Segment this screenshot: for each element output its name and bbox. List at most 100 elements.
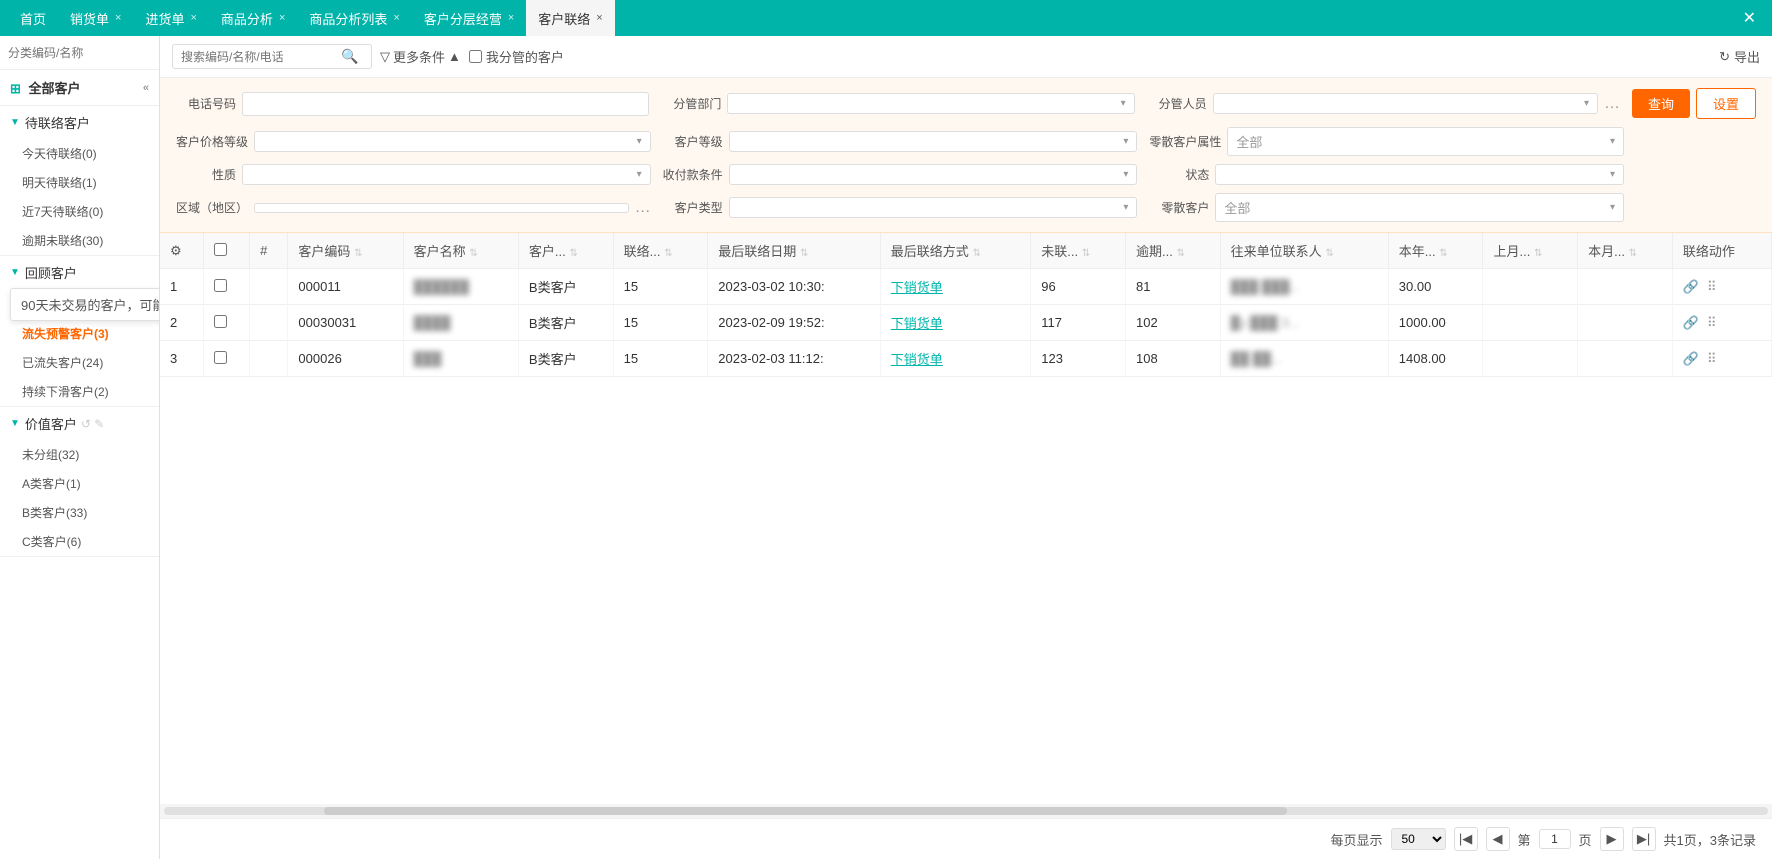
filter-phone-input[interactable] [242,92,649,116]
cell-method-2[interactable]: 下销货单 [880,305,1031,341]
sidebar-group-pending-title[interactable]: ▼ 待联络客户 [0,106,159,139]
action-icon-menu-1[interactable]: ⠿ [1707,279,1717,295]
sidebar-search-input[interactable] [8,46,160,60]
page-number-input[interactable] [1539,829,1571,849]
action-icon-menu-2[interactable]: ⠿ [1707,315,1717,331]
filter-customer-type-select[interactable]: ▾ [729,197,1138,218]
footer: 每页显示 50 100 |◀ ◀ 第 页 ▶ ▶| 共1页，3条记录 [160,818,1772,859]
filter-retail-attr-select[interactable]: 全部 ▾ [1227,127,1624,156]
nav-tab-analysis[interactable]: 商品分析 × [209,0,297,36]
next-page-btn[interactable]: ▶ [1600,827,1624,851]
col-unit-contact[interactable]: 往来单位联系人 ⇅ [1220,233,1388,269]
toolbar-search-input[interactable] [181,50,341,64]
col-uncontacted[interactable]: 未联... ⇅ [1031,233,1126,269]
close-tab-analysis-list[interactable]: × [393,12,399,24]
nav-tab-analysis-list[interactable]: 商品分析列表 × [297,0,411,36]
col-this-month[interactable]: 本月... ⇅ [1578,233,1673,269]
sidebar-item-today-pending[interactable]: 今天待联络(0) [0,139,159,168]
cell-this-month-3 [1578,341,1673,377]
select-all-checkbox[interactable] [214,243,227,256]
cell-method-1[interactable]: 下销货单 [880,269,1031,305]
close-tab-customer-segment[interactable]: × [508,12,514,24]
filter-person-select[interactable]: ▾ [1213,93,1598,114]
scrollbar-thumb[interactable] [324,807,1286,815]
my-customers-filter[interactable]: 我分管的客户 [469,47,564,66]
sidebar-item-declining[interactable]: 持续下滑客户(2) [0,377,159,406]
col-last-contact-method[interactable]: 最后联络方式 ⇅ [880,233,1031,269]
first-page-btn[interactable]: |◀ [1454,827,1478,851]
per-page-select[interactable]: 50 100 [1391,828,1446,850]
prev-page-btn[interactable]: ◀ [1486,827,1510,851]
cell-num-3: 3 [160,341,204,377]
filter-payment-select[interactable]: ▾ [729,164,1138,185]
query-button[interactable]: 查询 [1632,89,1690,118]
sidebar-item-churn-warning[interactable]: 流失预警客户(3) [0,319,159,348]
action-icon-menu-3[interactable]: ⠿ [1707,351,1717,367]
nav-tab-purchase[interactable]: 进货单 × [133,0,208,36]
setting-button[interactable]: 设置 [1696,88,1756,119]
row-checkbox-2[interactable] [214,315,227,328]
cell-check-2 [204,305,250,341]
close-tab-sales[interactable]: × [115,12,121,24]
nav-tab-customer-segment[interactable]: 客户分层经营 × [412,0,526,36]
sidebar-all-customers-header[interactable]: ⊞ 全部客户 « [0,70,159,106]
sidebar-item-churned[interactable]: 已流失客户(24) [0,348,159,377]
action-icon-link-1[interactable]: 🔗 [1683,279,1699,295]
close-tab-purchase[interactable]: × [190,12,196,24]
close-tab-customer-link[interactable]: × [596,12,602,24]
cell-uncontacted-3: 123 [1031,341,1126,377]
filter-row-2: 客户价格等级 ▾ 客户等级 ▾ 零散客户属性 全部 ▾ [176,127,1756,156]
more-conditions-btn[interactable]: ▽ 更多条件 ▲ [380,47,461,66]
sidebar-item-overdue[interactable]: 逾期未联络(30) [0,226,159,255]
sidebar-item-tomorrow-pending[interactable]: 明天待联络(1) [0,168,159,197]
chevron-down-retail-attr: ▾ [1610,136,1615,147]
export-button[interactable]: ↻ 导出 [1719,47,1760,66]
sidebar-item-ungroup[interactable]: 未分组(32) [0,440,159,469]
action-icon-link-2[interactable]: 🔗 [1683,315,1699,331]
col-overdue[interactable]: 逾期... ⇅ [1125,233,1220,269]
col-last-contact-date[interactable]: 最后联络日期 ⇅ [708,233,881,269]
filter-dept-select[interactable]: ▾ [727,93,1134,114]
last-page-btn[interactable]: ▶| [1632,827,1656,851]
col-code[interactable]: 客户编码 ⇅ [288,233,403,269]
filter-status-select[interactable]: ▾ [1215,164,1624,185]
cell-date-1: 2023-03-02 10:30: [708,269,881,305]
nav-tab-sales[interactable]: 销货单 × [58,0,133,36]
toolbar-search-icon[interactable]: 🔍 [341,48,358,65]
filter-customer-level-select[interactable]: ▾ [729,131,1138,152]
col-settings[interactable]: ⚙ [160,233,204,269]
action-icon-link-3[interactable]: 🔗 [1683,351,1699,367]
filter-region-more[interactable]: … [635,199,651,217]
sidebar-item-7day-pending[interactable]: 近7天待联络(0) [0,197,159,226]
col-this-year[interactable]: 本年... ⇅ [1388,233,1483,269]
filter-price-level-select[interactable]: ▾ [254,131,651,152]
sidebar-item-class-a[interactable]: A类客户(1) [0,469,159,498]
filter-person-more[interactable]: … [1604,95,1620,113]
sidebar-item-class-c[interactable]: C类客户(6) [0,527,159,556]
col-type[interactable]: 客户... ⇅ [518,233,613,269]
col-contact[interactable]: 联络... ⇅ [613,233,708,269]
sort-icon-contact: ⇅ [664,248,672,259]
close-window-button[interactable]: ✕ [1735,8,1764,28]
filter-phone: 电话号码 [176,92,649,116]
sort-icon-name: ⇅ [469,248,477,259]
filter-region-select[interactable] [254,203,629,213]
row-checkbox-3[interactable] [214,351,227,364]
nav-home[interactable]: 首页 [8,9,58,28]
cell-type-2: B类客户 [518,305,613,341]
sidebar-group-review-title[interactable]: ▼ 回顾客户 [0,256,159,289]
row-checkbox-1[interactable] [214,279,227,292]
horizontal-scrollbar[interactable] [160,804,1772,818]
filter-retail-customer-select[interactable]: 全部 ▾ [1215,193,1624,222]
col-name[interactable]: 客户名称 ⇅ [403,233,518,269]
filter-region: 区域（地区） … [176,199,651,217]
close-tab-analysis[interactable]: × [279,12,285,24]
my-customers-checkbox[interactable] [469,50,482,63]
cell-method-3[interactable]: 下销货单 [880,341,1031,377]
filter-nature-select[interactable]: ▾ [242,164,651,185]
nav-tab-customer-link[interactable]: 客户联络 × [526,0,614,36]
sidebar-item-class-b[interactable]: B类客户(33) [0,498,159,527]
filter-customer-type-label: 客户类型 [663,199,723,216]
sidebar-group-value-title[interactable]: ▼ 价值客户 ↺ ✎ [0,407,159,440]
col-last-month[interactable]: 上月... ⇅ [1483,233,1578,269]
